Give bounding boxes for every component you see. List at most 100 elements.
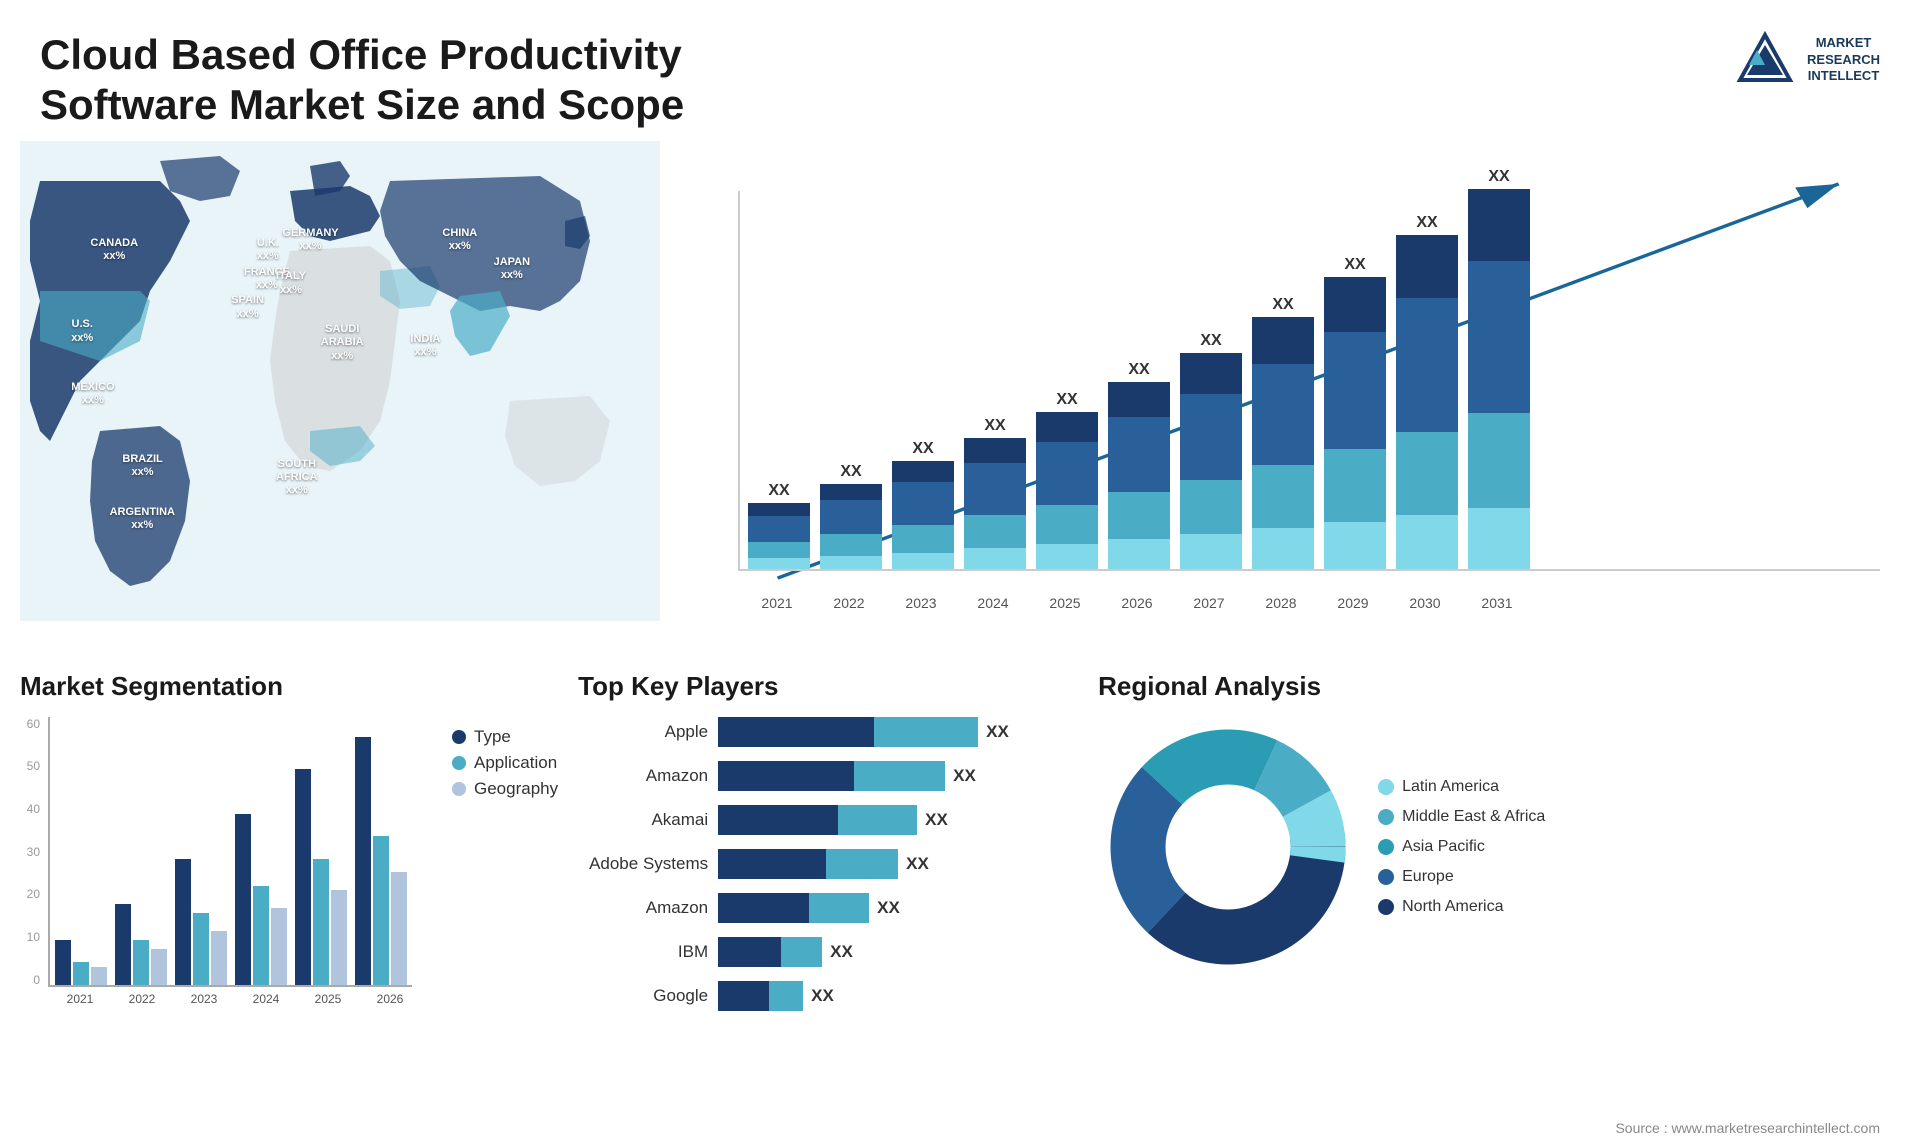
seg-bar xyxy=(151,949,167,985)
map-label-china: CHINAxx% xyxy=(442,227,477,253)
donut-legend: Latin America Middle East & Africa Asia … xyxy=(1378,778,1545,916)
bar-label-top: XX xyxy=(1200,332,1221,350)
player-row: Adobe SystemsXX xyxy=(578,849,1078,879)
dot-north-america xyxy=(1378,899,1394,915)
map-section: CANADAxx% U.S.xx% MEXICOxx% BRAZILxx% AR… xyxy=(20,141,660,661)
legend-asia-pacific: Asia Pacific xyxy=(1378,838,1545,856)
source-text: Source : www.marketresearchintellect.com xyxy=(1615,1120,1880,1136)
bar-seg xyxy=(1252,465,1314,528)
player-bar-seg2 xyxy=(781,937,823,967)
bar-seg xyxy=(748,516,810,542)
seg-x-label: 2022 xyxy=(115,992,169,1006)
seg-y-axis: 0102030405060 xyxy=(20,717,40,987)
bar-group-2025: XX xyxy=(1036,391,1098,569)
seg-bar-group-2024 xyxy=(235,814,287,985)
player-bar-seg1 xyxy=(718,717,874,747)
bar-label-top: XX xyxy=(1344,256,1365,274)
seg-bar xyxy=(391,872,407,985)
player-bar-seg2 xyxy=(826,849,898,879)
bar-label-top: XX xyxy=(1488,168,1509,186)
bar-seg xyxy=(892,482,954,525)
bar-group-2028: XX xyxy=(1252,296,1314,569)
seg-bar xyxy=(55,940,71,985)
logo: MARKET RESEARCH INTELLECT xyxy=(1735,30,1880,90)
page-title: Cloud Based Office Productivity Software… xyxy=(40,30,740,131)
player-name: Google xyxy=(578,986,708,1006)
seg-x-label: 2026 xyxy=(363,992,417,1006)
bar-group-2029: XX xyxy=(1324,256,1386,569)
player-name: Amazon xyxy=(578,766,708,786)
player-bar-container: XX xyxy=(718,761,1078,791)
map-label-brazil: BRAZILxx% xyxy=(122,453,162,479)
bar-seg xyxy=(1252,528,1314,569)
player-bar-seg1 xyxy=(718,981,769,1011)
player-bar-seg1 xyxy=(718,893,809,923)
stacked-bar-2021 xyxy=(748,503,810,569)
seg-bar xyxy=(211,931,227,985)
seg-bar xyxy=(235,814,251,985)
bar-label-top: XX xyxy=(1128,361,1149,379)
player-bar xyxy=(718,849,898,879)
player-value: XX xyxy=(830,937,853,967)
player-row: AppleXX xyxy=(578,717,1078,747)
x-label-2028: 2028 xyxy=(1250,595,1312,611)
seg-bar xyxy=(115,904,131,985)
seg-bar xyxy=(271,908,287,985)
stacked-bar-2024 xyxy=(964,438,1026,569)
bar-seg xyxy=(1036,442,1098,505)
seg-bar xyxy=(175,859,191,985)
map-label-saudi-arabia: SAUDIARABIAxx% xyxy=(321,323,364,363)
header: Cloud Based Office Productivity Software… xyxy=(0,0,1920,141)
bar-seg xyxy=(820,500,882,534)
stacked-bar-2025 xyxy=(1036,412,1098,569)
bar-group-2024: XX xyxy=(964,417,1026,569)
player-row: IBMXX xyxy=(578,937,1078,967)
bar-seg xyxy=(964,548,1026,569)
map-label-canada: CANADAxx% xyxy=(90,237,138,263)
bar-seg xyxy=(1468,508,1530,569)
x-label-2030: 2030 xyxy=(1394,595,1456,611)
map-label-mexico: MEXICOxx% xyxy=(71,381,114,407)
segmentation-title: Market Segmentation xyxy=(20,671,558,702)
bar-seg xyxy=(748,542,810,558)
seg-bar xyxy=(91,967,107,985)
player-name: Akamai xyxy=(578,810,708,830)
bar-group-2027: XX xyxy=(1180,332,1242,569)
dot-asia-pacific xyxy=(1378,839,1394,855)
seg-bar-group-2023 xyxy=(175,859,227,985)
player-bar-seg1 xyxy=(718,937,780,967)
bar-group-2030: XX xyxy=(1396,214,1458,569)
legend-north-america: North America xyxy=(1378,898,1545,916)
bar-seg xyxy=(1180,394,1242,480)
growth-bars: XXXXXXXXXXXXXXXXXXXXXX xyxy=(738,191,1880,571)
map-label-germany: GERMANYxx% xyxy=(282,227,338,253)
seg-bar-group-2021 xyxy=(55,940,107,985)
map-label-us: U.S.xx% xyxy=(71,318,93,344)
growth-x-labels: 2021202220232024202520262027202820292030… xyxy=(738,595,1880,611)
dot-europe xyxy=(1378,869,1394,885)
player-bar-seg1 xyxy=(718,805,837,835)
player-bar xyxy=(718,893,869,923)
bar-seg xyxy=(1396,298,1458,432)
x-label-2022: 2022 xyxy=(818,595,880,611)
donut-container: Latin America Middle East & Africa Asia … xyxy=(1098,717,1900,977)
seg-bar xyxy=(193,913,209,985)
player-bar-container: XX xyxy=(718,849,1078,879)
player-value: XX xyxy=(906,849,929,879)
bar-seg xyxy=(1324,522,1386,569)
player-value: XX xyxy=(877,893,900,923)
player-bar xyxy=(718,761,945,791)
bar-seg xyxy=(1468,261,1530,413)
regional-title: Regional Analysis xyxy=(1098,671,1900,702)
bar-seg xyxy=(964,463,1026,515)
seg-bar xyxy=(133,940,149,985)
top-content: CANADAxx% U.S.xx% MEXICOxx% BRAZILxx% AR… xyxy=(0,141,1920,661)
bar-seg xyxy=(892,525,954,553)
seg-x-label: 2025 xyxy=(301,992,355,1006)
bar-seg xyxy=(1108,417,1170,492)
logo-text: MARKET RESEARCH INTELLECT xyxy=(1807,35,1880,86)
x-label-2027: 2027 xyxy=(1178,595,1240,611)
stacked-bar-2028 xyxy=(1252,317,1314,569)
bar-seg xyxy=(892,553,954,569)
player-bar xyxy=(718,717,978,747)
